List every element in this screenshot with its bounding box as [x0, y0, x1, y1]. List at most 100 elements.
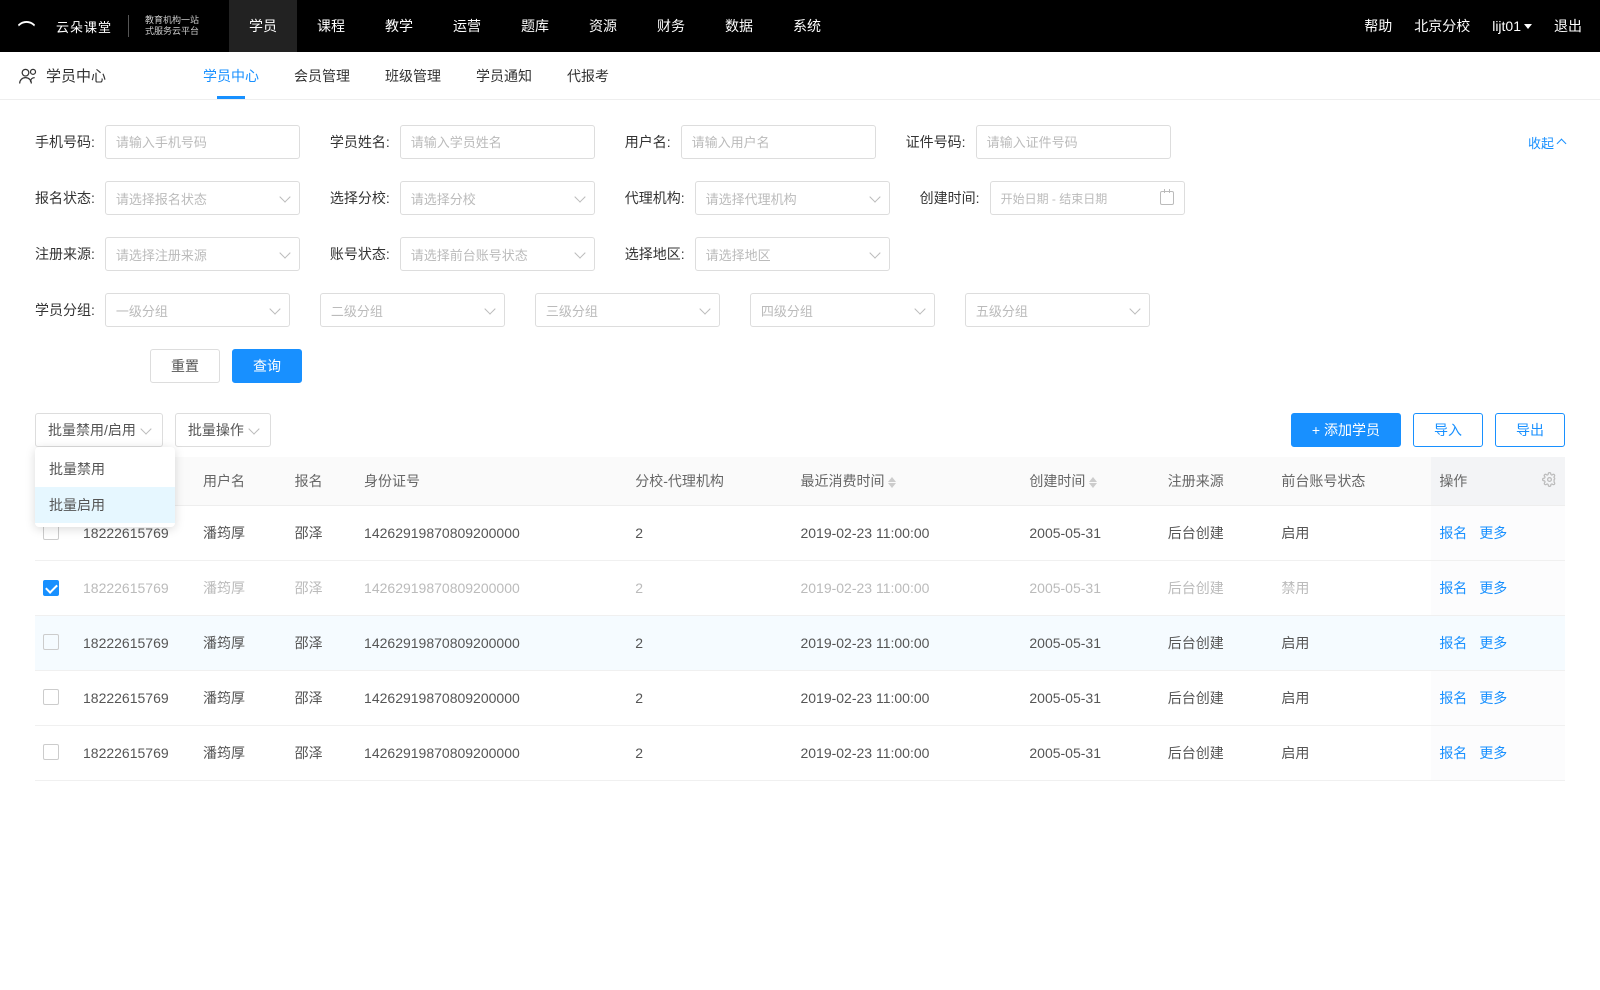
username-label: 用户名:	[625, 132, 671, 152]
action-more[interactable]: 更多	[1479, 580, 1507, 596]
group5-select[interactable]: 五级分组	[965, 293, 1150, 327]
regsrc-select[interactable]: 请选择注册来源	[105, 237, 300, 271]
action-more[interactable]: 更多	[1479, 525, 1507, 541]
row-checkbox[interactable]	[43, 634, 59, 650]
group4-select[interactable]: 四级分组	[750, 293, 935, 327]
topnav-item-4[interactable]: 题库	[501, 0, 569, 52]
group1-select[interactable]: 一级分组	[105, 293, 290, 327]
collapse-toggle[interactable]: 收起	[1528, 133, 1565, 152]
group-label: 学员分组:	[35, 300, 95, 320]
action-enroll[interactable]: 报名	[1439, 635, 1467, 651]
topnav-item-6[interactable]: 财务	[637, 0, 705, 52]
cell-branch: 2	[627, 561, 792, 616]
topnav-item-1[interactable]: 课程	[297, 0, 365, 52]
student-table: 用户名 报名 身份证号 分校-代理机构 最近消费时间 创建时间 注册来源 前台账…	[0, 457, 1600, 811]
page-title: 学员中心	[18, 65, 168, 86]
subnav-tab-3[interactable]: 学员通知	[476, 52, 532, 99]
idno-input[interactable]	[976, 125, 1171, 159]
branch-link[interactable]: 北京分校	[1414, 16, 1470, 36]
acct-status-select[interactable]: 请选择前台账号状态	[400, 237, 595, 271]
batch-disable-option[interactable]: 批量禁用	[35, 451, 175, 487]
chevron-down-icon	[914, 303, 925, 314]
caret-down-icon	[1524, 24, 1532, 29]
batch-toggle-dropdown[interactable]: 批量禁用/启用	[35, 413, 163, 447]
cell-enroll: 邵泽	[287, 726, 356, 781]
cell-branch: 2	[627, 616, 792, 671]
row-checkbox[interactable]	[43, 689, 59, 705]
group3-select[interactable]: 三级分组	[535, 293, 720, 327]
chevron-down-icon	[140, 423, 151, 434]
branch-label: 选择分校:	[330, 188, 390, 208]
group2-select[interactable]: 二级分组	[320, 293, 505, 327]
table-row: 18222615769潘筠厚邵泽142629198708092000002201…	[35, 726, 1565, 781]
col-last-consume[interactable]: 最近消费时间	[792, 457, 1021, 506]
logo-text: 云朵课堂	[56, 17, 112, 36]
topnav-item-3[interactable]: 运营	[433, 0, 501, 52]
subnav: 学员中心 学员中心会员管理班级管理学员通知代报考	[0, 52, 1600, 100]
region-select[interactable]: 请选择地区	[695, 237, 890, 271]
toolbar: 批量禁用/启用 批量操作 批量禁用 批量启用 + 添加学员 导入 导出	[0, 393, 1600, 457]
action-enroll[interactable]: 报名	[1439, 745, 1467, 761]
branch-select[interactable]: 请选择分校	[400, 181, 595, 215]
cell-phone: 18222615769	[75, 671, 195, 726]
chevron-down-icon	[574, 191, 585, 202]
action-more[interactable]: 更多	[1479, 690, 1507, 706]
batch-enable-option[interactable]: 批量启用	[35, 487, 175, 523]
chevron-down-icon	[269, 303, 280, 314]
cell-idno: 14262919870809200000	[356, 671, 627, 726]
topnav-item-7[interactable]: 数据	[705, 0, 773, 52]
cell-status: 启用	[1273, 616, 1431, 671]
action-enroll[interactable]: 报名	[1439, 580, 1467, 596]
sort-icon	[1089, 477, 1097, 488]
col-acct-status: 前台账号状态	[1273, 457, 1431, 506]
phone-input[interactable]	[105, 125, 300, 159]
agent-select[interactable]: 请选择代理机构	[695, 181, 890, 215]
search-button[interactable]: 查询	[232, 349, 302, 383]
action-more[interactable]: 更多	[1479, 635, 1507, 651]
cell-enroll: 邵泽	[287, 561, 356, 616]
student-icon	[18, 66, 38, 86]
subnav-tab-2[interactable]: 班级管理	[385, 52, 441, 99]
import-button[interactable]: 导入	[1413, 413, 1483, 447]
filters: 手机号码: 学员姓名: 用户名: 证件号码: 收起 报名状态:请选择报名状态 选…	[0, 100, 1600, 393]
batch-ops-dropdown[interactable]: 批量操作	[175, 413, 271, 447]
col-create-time[interactable]: 创建时间	[1021, 457, 1159, 506]
cell-src: 后台创建	[1160, 726, 1274, 781]
table-header-row: 用户名 报名 身份证号 分校-代理机构 最近消费时间 创建时间 注册来源 前台账…	[35, 457, 1565, 506]
table-row: 18222615769潘筠厚邵泽142629198708092000002201…	[35, 671, 1565, 726]
batch-dropdown-menu: 批量禁用 批量启用	[35, 447, 175, 527]
topnav-item-2[interactable]: 教学	[365, 0, 433, 52]
help-link[interactable]: 帮助	[1364, 16, 1392, 36]
create-time-range[interactable]: 开始日期 - 结束日期	[990, 181, 1185, 215]
regsrc-label: 注册来源:	[35, 244, 95, 264]
user-menu[interactable]: lijt01	[1492, 18, 1532, 34]
row-checkbox[interactable]	[43, 580, 59, 596]
cell-last: 2019-02-23 11:00:00	[792, 671, 1021, 726]
reset-button[interactable]: 重置	[150, 349, 220, 383]
cell-idno: 14262919870809200000	[356, 561, 627, 616]
subnav-tab-1[interactable]: 会员管理	[294, 52, 350, 99]
row-checkbox[interactable]	[43, 744, 59, 760]
cell-src: 后台创建	[1160, 671, 1274, 726]
name-input[interactable]	[400, 125, 595, 159]
logout-link[interactable]: 退出	[1554, 16, 1582, 36]
export-button[interactable]: 导出	[1495, 413, 1565, 447]
agent-label: 代理机构:	[625, 188, 685, 208]
topnav-item-8[interactable]: 系统	[773, 0, 841, 52]
action-more[interactable]: 更多	[1479, 745, 1507, 761]
cell-branch: 2	[627, 726, 792, 781]
gear-icon[interactable]	[1542, 472, 1557, 487]
cell-last: 2019-02-23 11:00:00	[792, 616, 1021, 671]
subnav-tab-0[interactable]: 学员中心	[203, 52, 259, 99]
cell-src: 后台创建	[1160, 561, 1274, 616]
subnav-tab-4[interactable]: 代报考	[567, 52, 609, 99]
enroll-status-select[interactable]: 请选择报名状态	[105, 181, 300, 215]
cell-last: 2019-02-23 11:00:00	[792, 726, 1021, 781]
action-enroll[interactable]: 报名	[1439, 690, 1467, 706]
topnav-item-5[interactable]: 资源	[569, 0, 637, 52]
add-student-button[interactable]: + 添加学员	[1291, 413, 1401, 447]
cell-phone: 18222615769	[75, 726, 195, 781]
topnav-item-0[interactable]: 学员	[229, 0, 297, 52]
action-enroll[interactable]: 报名	[1439, 525, 1467, 541]
username-input[interactable]	[681, 125, 876, 159]
